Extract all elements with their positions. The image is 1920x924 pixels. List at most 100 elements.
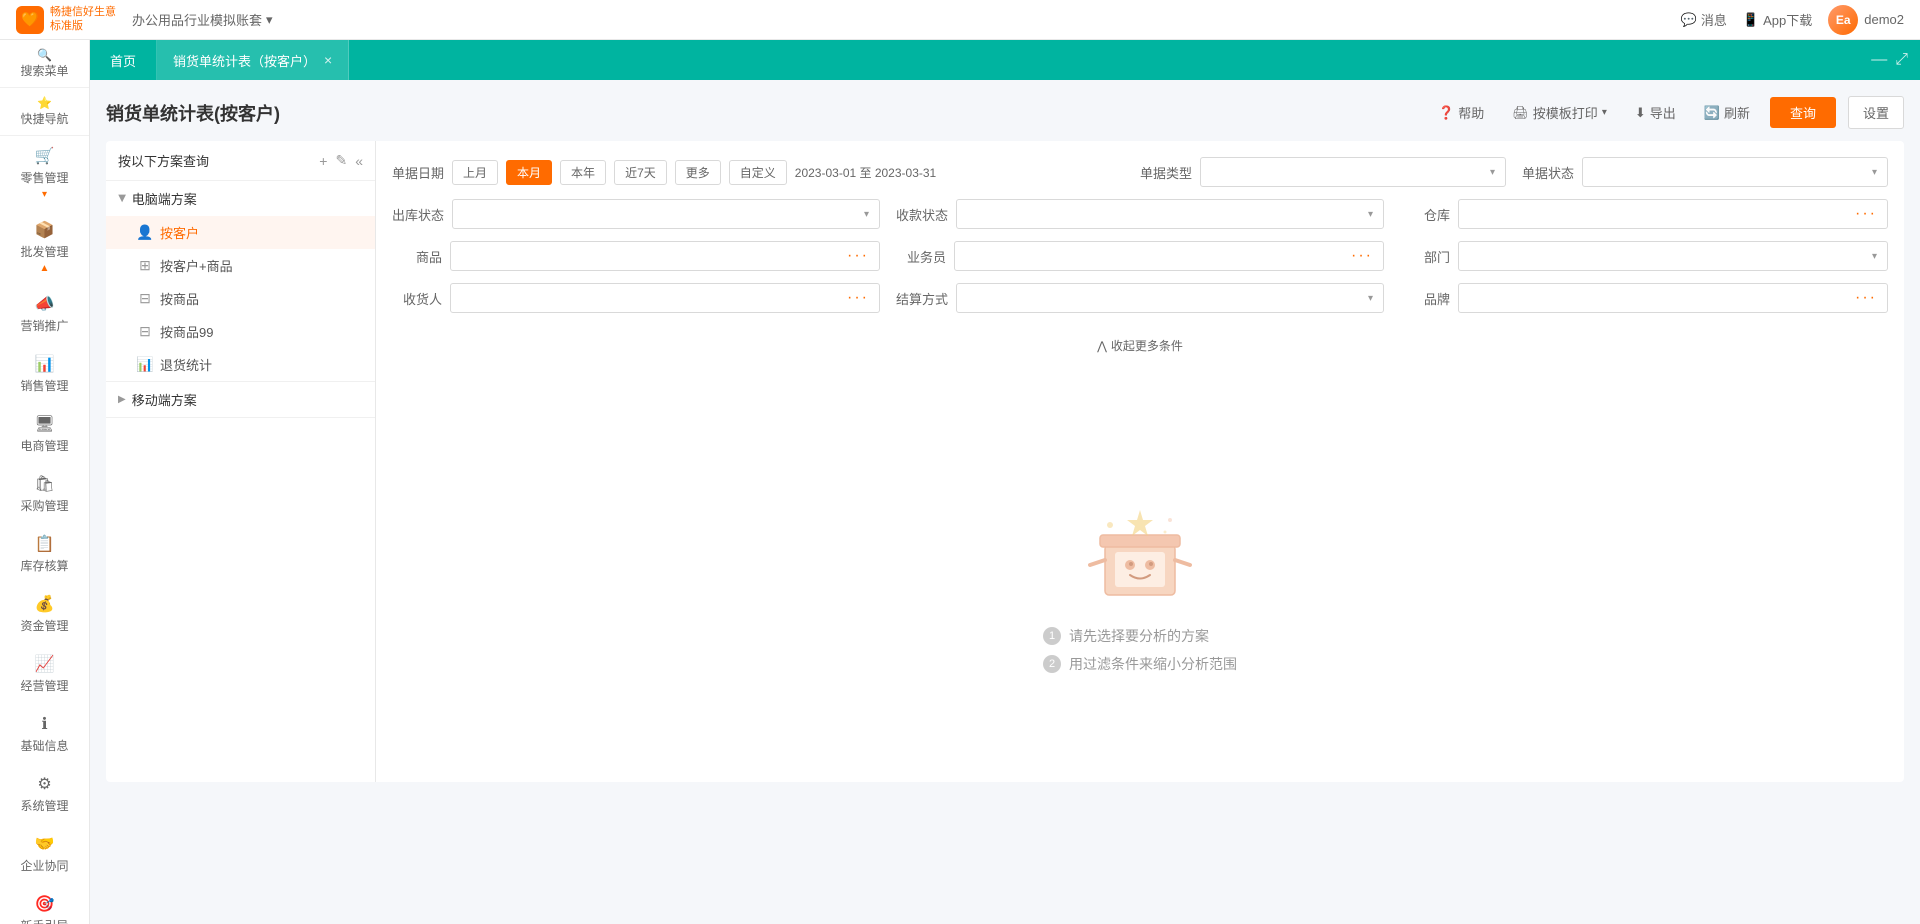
sidebar-item-system[interactable]: ⚙ 系统管理 xyxy=(0,764,89,824)
empty-illustration xyxy=(1080,490,1200,610)
sidebar-item-inventory[interactable]: 📋 库存核算 xyxy=(0,524,89,584)
logo-area: 🧡 畅捷信好生意 标准版 xyxy=(16,6,116,34)
date-btn-this-year[interactable]: 本年 xyxy=(560,160,606,185)
filter-item-salesman: 业务员 ··· xyxy=(896,241,1384,271)
out-status-select[interactable]: ▾ xyxy=(452,199,880,229)
sidebar-item-sales[interactable]: 📊 销售管理 xyxy=(0,344,89,404)
date-btn-this-month[interactable]: 本月 xyxy=(506,160,552,185)
pc-scheme-group: ▶ 电脑端方案 👤 按客户 ⊞ 按客户+商品 xyxy=(106,181,375,382)
main-content-wrapper: 按以下方案查询 + ✎ « ▶ xyxy=(106,141,1904,782)
settings-button[interactable]: 设置 xyxy=(1848,96,1904,129)
top-bar-right: 💬 消息 📱 App下载 Ea demo2 xyxy=(1681,5,1904,35)
filter-row-2: 出库状态 ▾ xyxy=(392,199,1888,229)
tab-bar: 首页 销货单统计表（按客户） × — ⤢ xyxy=(90,40,1920,80)
filter-row-4: 收货人 ··· xyxy=(392,283,1888,313)
left-panel-icons: + ✎ « xyxy=(319,152,363,169)
mobile-scheme-group: ▶ 移动端方案 xyxy=(106,382,375,418)
customer-icon: 👤 xyxy=(136,224,154,241)
sidebar-item-purchase[interactable]: 🛍 采购管理 xyxy=(0,464,89,524)
pc-scheme-group-header[interactable]: ▶ 电脑端方案 xyxy=(106,181,375,216)
industry-selector[interactable]: 办公用品行业模拟账套 ▾ xyxy=(124,10,281,29)
collapse-panel-button[interactable]: « xyxy=(355,153,363,169)
date-btn-custom[interactable]: 自定义 xyxy=(729,160,787,185)
filter-item-out-status: 出库状态 ▾ xyxy=(392,199,880,229)
export-button[interactable]: ⬇ 导出 xyxy=(1627,99,1684,126)
salesman-input[interactable]: ··· xyxy=(954,241,1384,271)
tab-close-button[interactable]: × xyxy=(324,52,332,68)
logo-text: 畅捷信好生意 标准版 xyxy=(50,6,116,32)
sidebar-item-finance[interactable]: 💰 资金管理 xyxy=(0,584,89,644)
sidebar-item-business[interactable]: 📈 经营管理 xyxy=(0,644,89,704)
refresh-button[interactable]: 🔄 刷新 xyxy=(1696,99,1758,126)
left-panel-header: 按以下方案查询 + ✎ « xyxy=(106,141,375,181)
app-download-button[interactable]: 📱 App下载 xyxy=(1743,10,1812,29)
tab-maximize-button[interactable]: ⤢ xyxy=(1895,51,1908,69)
empty-text: 1 请先选择要分析的方案 2 用过滤条件来缩小分析范围 xyxy=(1043,626,1237,674)
tab-minimize-button[interactable]: — xyxy=(1871,51,1887,69)
warehouse-input[interactable]: ··· xyxy=(1458,199,1888,229)
collapse-button[interactable]: ⋀ 收起更多条件 xyxy=(1085,333,1195,358)
split-layout: 按以下方案查询 + ✎ « ▶ xyxy=(106,141,1904,782)
user-avatar: Ea xyxy=(1828,5,1858,35)
print-button[interactable]: 🖨 按模板打印 ▾ xyxy=(1504,99,1615,126)
recipient-input[interactable]: ··· xyxy=(450,283,880,313)
tab-sales-report[interactable]: 销货单统计表（按客户） × xyxy=(157,40,349,80)
sidebar-item-wholesale[interactable]: 📦 批发管理 ▲ xyxy=(0,210,89,284)
sidebar-item-retail[interactable]: 🛒 零售管理 ▾ xyxy=(0,136,89,210)
top-bar-left: 🧡 畅捷信好生意 标准版 办公用品行业模拟账套 ▾ xyxy=(16,6,281,34)
sidebar-item-ecommerce[interactable]: 🖥 电商管理 xyxy=(0,404,89,464)
sidebar-item-guide[interactable]: 🎯 新手引导 xyxy=(0,884,89,924)
doc-type-select[interactable]: ▾ xyxy=(1200,157,1506,187)
scheme-item-returns[interactable]: 📊 退货统计 xyxy=(106,348,375,381)
mobile-scheme-group-header[interactable]: ▶ 移动端方案 xyxy=(106,382,375,417)
filter-item-doc-status: 单据状态 ▾ xyxy=(1522,157,1888,187)
page-title: 销货单统计表(按客户) xyxy=(106,100,280,126)
scheme-item-customer-goods[interactable]: ⊞ 按客户+商品 xyxy=(106,249,375,282)
page-content: 销货单统计表(按客户) ❓ 帮助 🖨 按模板打印 ▾ ⬇ xyxy=(90,80,1920,924)
date-range-display: 2023-03-01 至 2023-03-31 xyxy=(795,164,936,181)
add-scheme-button[interactable]: + xyxy=(319,153,327,169)
date-btn-more[interactable]: 更多 xyxy=(675,160,721,185)
scheme-item-goods[interactable]: ⊟ 按商品 xyxy=(106,282,375,315)
user-profile[interactable]: Ea demo2 xyxy=(1828,5,1904,35)
logo-icon: 🧡 xyxy=(16,6,44,34)
settle-select[interactable]: ▾ xyxy=(956,283,1384,313)
filter-item-date: 单据日期 上月 本月 本年 近7天 更多 自定义 xyxy=(392,160,1124,185)
doc-status-select[interactable]: ▾ xyxy=(1582,157,1888,187)
filter-item-warehouse: 仓库 ··· xyxy=(1400,199,1888,229)
left-panel: 按以下方案查询 + ✎ « ▶ xyxy=(106,141,376,782)
message-button[interactable]: 💬 消息 xyxy=(1681,10,1727,29)
filter-panel: 单据日期 上月 本月 本年 近7天 更多 自定义 xyxy=(376,141,1904,382)
right-content: 单据日期 上月 本月 本年 近7天 更多 自定义 xyxy=(376,141,1904,782)
sidebar: 🔍 搜索菜单 ⭐ 快捷导航 🛒 零售管理 ▾ 📦 批发管理 ▲ 📣 营销推广 xyxy=(0,40,90,924)
page-title-bar: 销货单统计表(按客户) ❓ 帮助 🖨 按模板打印 ▾ ⬇ xyxy=(106,96,1904,129)
date-btn-7days[interactable]: 近7天 xyxy=(614,160,667,185)
filter-item-settle: 结算方式 ▾ xyxy=(896,283,1384,313)
main-layout: 🔍 搜索菜单 ⭐ 快捷导航 🛒 零售管理 ▾ 📦 批发管理 ▲ 📣 营销推广 xyxy=(0,40,1920,924)
help-button[interactable]: ❓ 帮助 xyxy=(1430,99,1492,126)
tab-home[interactable]: 首页 xyxy=(90,40,157,80)
page-actions: ❓ 帮助 🖨 按模板打印 ▾ ⬇ 导出 🔄 xyxy=(1430,96,1904,129)
sidebar-shortcut[interactable]: ⭐ 快捷导航 xyxy=(0,88,89,136)
collapse-bar: ⋀ 收起更多条件 xyxy=(392,325,1888,366)
scheme-item-goods99[interactable]: ⊟ 按商品99 xyxy=(106,315,375,348)
recv-status-select[interactable]: ▾ xyxy=(956,199,1384,229)
sidebar-item-marketing[interactable]: 📣 营销推广 xyxy=(0,284,89,344)
brand-input[interactable]: ··· xyxy=(1458,283,1888,313)
sidebar-item-collab[interactable]: 🤝 企业协同 xyxy=(0,824,89,884)
sidebar-search[interactable]: 🔍 搜索菜单 xyxy=(0,40,89,88)
sidebar-item-basicinfo[interactable]: ℹ 基础信息 xyxy=(0,704,89,764)
filter-row-1: 单据日期 上月 本月 本年 近7天 更多 自定义 xyxy=(392,157,1888,187)
goods-icon: ⊟ xyxy=(136,290,154,307)
filter-item-doc-type: 单据类型 ▾ xyxy=(1140,157,1506,187)
dept-select[interactable]: ▾ xyxy=(1458,241,1888,271)
filter-row-3: 商品 ··· xyxy=(392,241,1888,271)
filter-item-goods: 商品 ··· xyxy=(392,241,880,271)
top-bar: 🧡 畅捷信好生意 标准版 办公用品行业模拟账套 ▾ 💬 消息 📱 App下载 xyxy=(0,0,1920,40)
filter-item-recipient: 收货人 ··· xyxy=(392,283,880,313)
edit-scheme-button[interactable]: ✎ xyxy=(335,152,347,169)
scheme-item-customer[interactable]: 👤 按客户 xyxy=(106,216,375,249)
query-button[interactable]: 查询 xyxy=(1770,97,1836,128)
date-btn-last-month[interactable]: 上月 xyxy=(452,160,498,185)
goods-input[interactable]: ··· xyxy=(450,241,880,271)
